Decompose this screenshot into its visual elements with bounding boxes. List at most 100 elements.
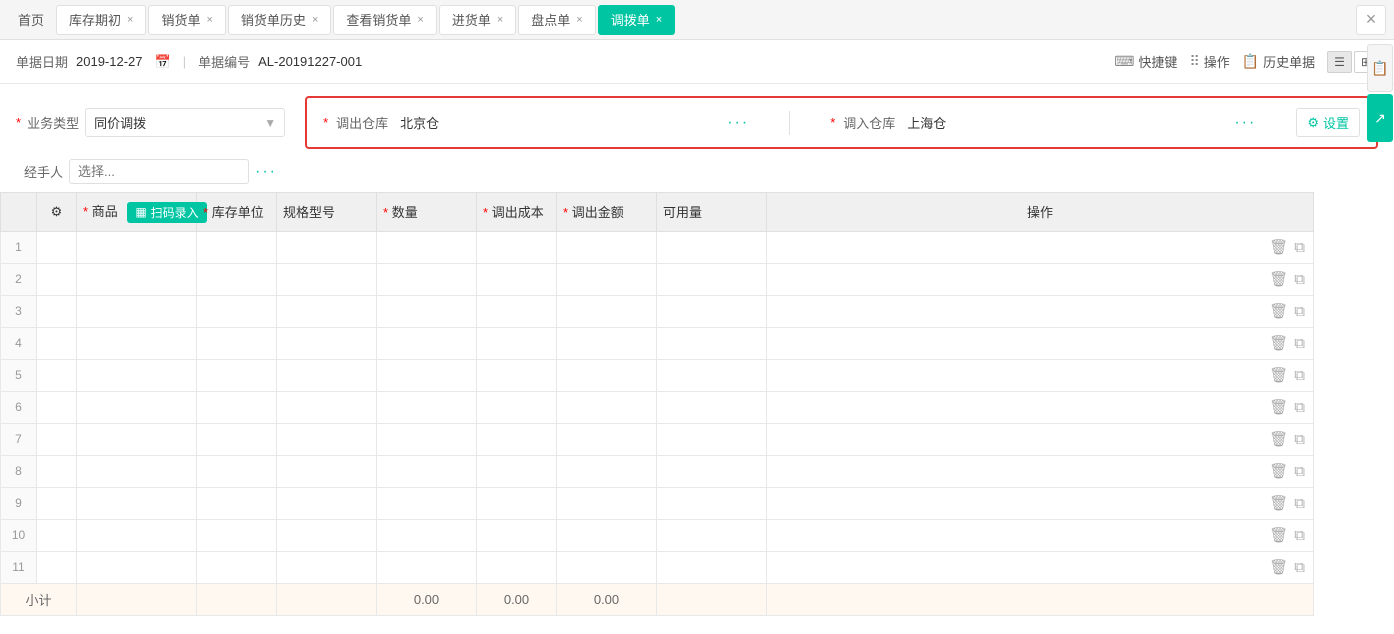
row-3-qty[interactable] [377, 295, 477, 327]
row-2-qty[interactable] [377, 263, 477, 295]
row-10-cost[interactable] [477, 519, 557, 551]
row-8-product[interactable] [77, 455, 197, 487]
delete-icon-row-7[interactable]: 🗑 [1269, 430, 1288, 448]
row-4-qty[interactable] [377, 327, 477, 359]
copy-icon-row-4[interactable]: ⧉ [1294, 335, 1305, 352]
row-2-available[interactable] [657, 263, 767, 295]
row-4-cost[interactable] [477, 327, 557, 359]
row-2-cost[interactable] [477, 263, 557, 295]
row-3-unit[interactable] [197, 295, 277, 327]
row-4-available[interactable] [657, 327, 767, 359]
copy-icon-row-1[interactable]: ⧉ [1294, 239, 1305, 256]
row-6-qty[interactable] [377, 391, 477, 423]
row-1-amount[interactable] [557, 231, 657, 263]
transfer-out-more-btn[interactable]: ··· [727, 114, 749, 132]
delete-icon-row-4[interactable]: 🗑 [1269, 334, 1288, 352]
row-5-product[interactable] [77, 359, 197, 391]
row-3-amount[interactable] [557, 295, 657, 327]
row-1-product[interactable] [77, 231, 197, 263]
tab-sales-history-close[interactable]: × [312, 14, 318, 26]
row-8-qty[interactable] [377, 455, 477, 487]
tab-home[interactable]: 首页 [8, 10, 54, 29]
row-7-product[interactable] [77, 423, 197, 455]
row-7-unit[interactable] [197, 423, 277, 455]
row-1-cost[interactable] [477, 231, 557, 263]
col-gear[interactable]: ⚙ [37, 193, 77, 232]
tab-transfer-close[interactable]: × [656, 14, 662, 26]
tab-stocktake-close[interactable]: × [576, 14, 582, 26]
row-5-available[interactable] [657, 359, 767, 391]
row-8-cost[interactable] [477, 455, 557, 487]
row-9-unit[interactable] [197, 487, 277, 519]
row-9-qty[interactable] [377, 487, 477, 519]
row-10-available[interactable] [657, 519, 767, 551]
row-7-cost[interactable] [477, 423, 557, 455]
row-4-product[interactable] [77, 327, 197, 359]
delete-icon-row-10[interactable]: 🗑 [1269, 526, 1288, 544]
delete-icon-row-3[interactable]: 🗑 [1269, 302, 1288, 320]
row-8-spec[interactable] [277, 455, 377, 487]
copy-icon-row-5[interactable]: ⧉ [1294, 367, 1305, 384]
row-9-product[interactable] [77, 487, 197, 519]
delete-icon-row-9[interactable]: 🗑 [1269, 494, 1288, 512]
row-7-available[interactable] [657, 423, 767, 455]
tab-purchase-order[interactable]: 进货单 × [439, 5, 516, 35]
row-11-amount[interactable] [557, 551, 657, 583]
row-3-available[interactable] [657, 295, 767, 327]
row-9-amount[interactable] [557, 487, 657, 519]
row-6-cost[interactable] [477, 391, 557, 423]
tab-view-sales-close[interactable]: × [417, 14, 423, 26]
copy-icon-row-10[interactable]: ⧉ [1294, 527, 1305, 544]
window-close-button[interactable]: × [1356, 5, 1386, 35]
row-11-spec[interactable] [277, 551, 377, 583]
row-8-unit[interactable] [197, 455, 277, 487]
row-6-amount[interactable] [557, 391, 657, 423]
copy-icon-row-2[interactable]: ⧉ [1294, 271, 1305, 288]
row-10-qty[interactable] [377, 519, 477, 551]
handler-more-btn[interactable]: ··· [255, 163, 277, 181]
row-1-available[interactable] [657, 231, 767, 263]
row-2-amount[interactable] [557, 263, 657, 295]
row-5-qty[interactable] [377, 359, 477, 391]
row-7-qty[interactable] [377, 423, 477, 455]
row-10-unit[interactable] [197, 519, 277, 551]
shortcut-btn[interactable]: ⌨ 快捷键 [1114, 52, 1177, 71]
row-6-available[interactable] [657, 391, 767, 423]
settings-button[interactable]: ⚙ 设置 [1296, 108, 1360, 137]
tab-sales-order[interactable]: 销货单 × [148, 5, 225, 35]
row-5-unit[interactable] [197, 359, 277, 391]
tab-inventory-init[interactable]: 库存期初 × [56, 5, 146, 35]
row-6-unit[interactable] [197, 391, 277, 423]
row-7-amount[interactable] [557, 423, 657, 455]
row-11-unit[interactable] [197, 551, 277, 583]
row-8-available[interactable] [657, 455, 767, 487]
row-10-product[interactable] [77, 519, 197, 551]
delete-icon-row-6[interactable]: 🗑 [1269, 398, 1288, 416]
delete-icon-row-5[interactable]: 🗑 [1269, 366, 1288, 384]
row-4-amount[interactable] [557, 327, 657, 359]
row-3-cost[interactable] [477, 295, 557, 327]
copy-icon-row-3[interactable]: ⧉ [1294, 303, 1305, 320]
row-6-product[interactable] [77, 391, 197, 423]
tab-sales-history[interactable]: 销货单历史 × [228, 5, 331, 35]
delete-icon-row-2[interactable]: 🗑 [1269, 270, 1288, 288]
row-9-spec[interactable] [277, 487, 377, 519]
row-2-unit[interactable] [197, 263, 277, 295]
row-3-spec[interactable] [277, 295, 377, 327]
tab-view-sales[interactable]: 查看销货单 × [333, 5, 436, 35]
copy-icon-row-11[interactable]: ⧉ [1294, 559, 1305, 576]
copy-icon-row-7[interactable]: ⧉ [1294, 431, 1305, 448]
sidebar-export-btn[interactable]: ↗ [1367, 94, 1393, 142]
copy-icon-row-6[interactable]: ⧉ [1294, 399, 1305, 416]
row-11-product[interactable] [77, 551, 197, 583]
copy-icon-row-8[interactable]: ⧉ [1294, 463, 1305, 480]
list-view-btn[interactable]: ☰ [1327, 51, 1352, 73]
row-1-qty[interactable] [377, 231, 477, 263]
tab-transfer[interactable]: 调拨单 × [598, 5, 675, 35]
tab-stocktake[interactable]: 盘点单 × [518, 5, 595, 35]
tab-purchase-order-close[interactable]: × [497, 14, 503, 26]
copy-icon-row-9[interactable]: ⧉ [1294, 495, 1305, 512]
history-btn[interactable]: 📋 历史单据 [1242, 52, 1315, 71]
delete-icon-row-1[interactable]: 🗑 [1269, 238, 1288, 256]
row-1-spec[interactable] [277, 231, 377, 263]
